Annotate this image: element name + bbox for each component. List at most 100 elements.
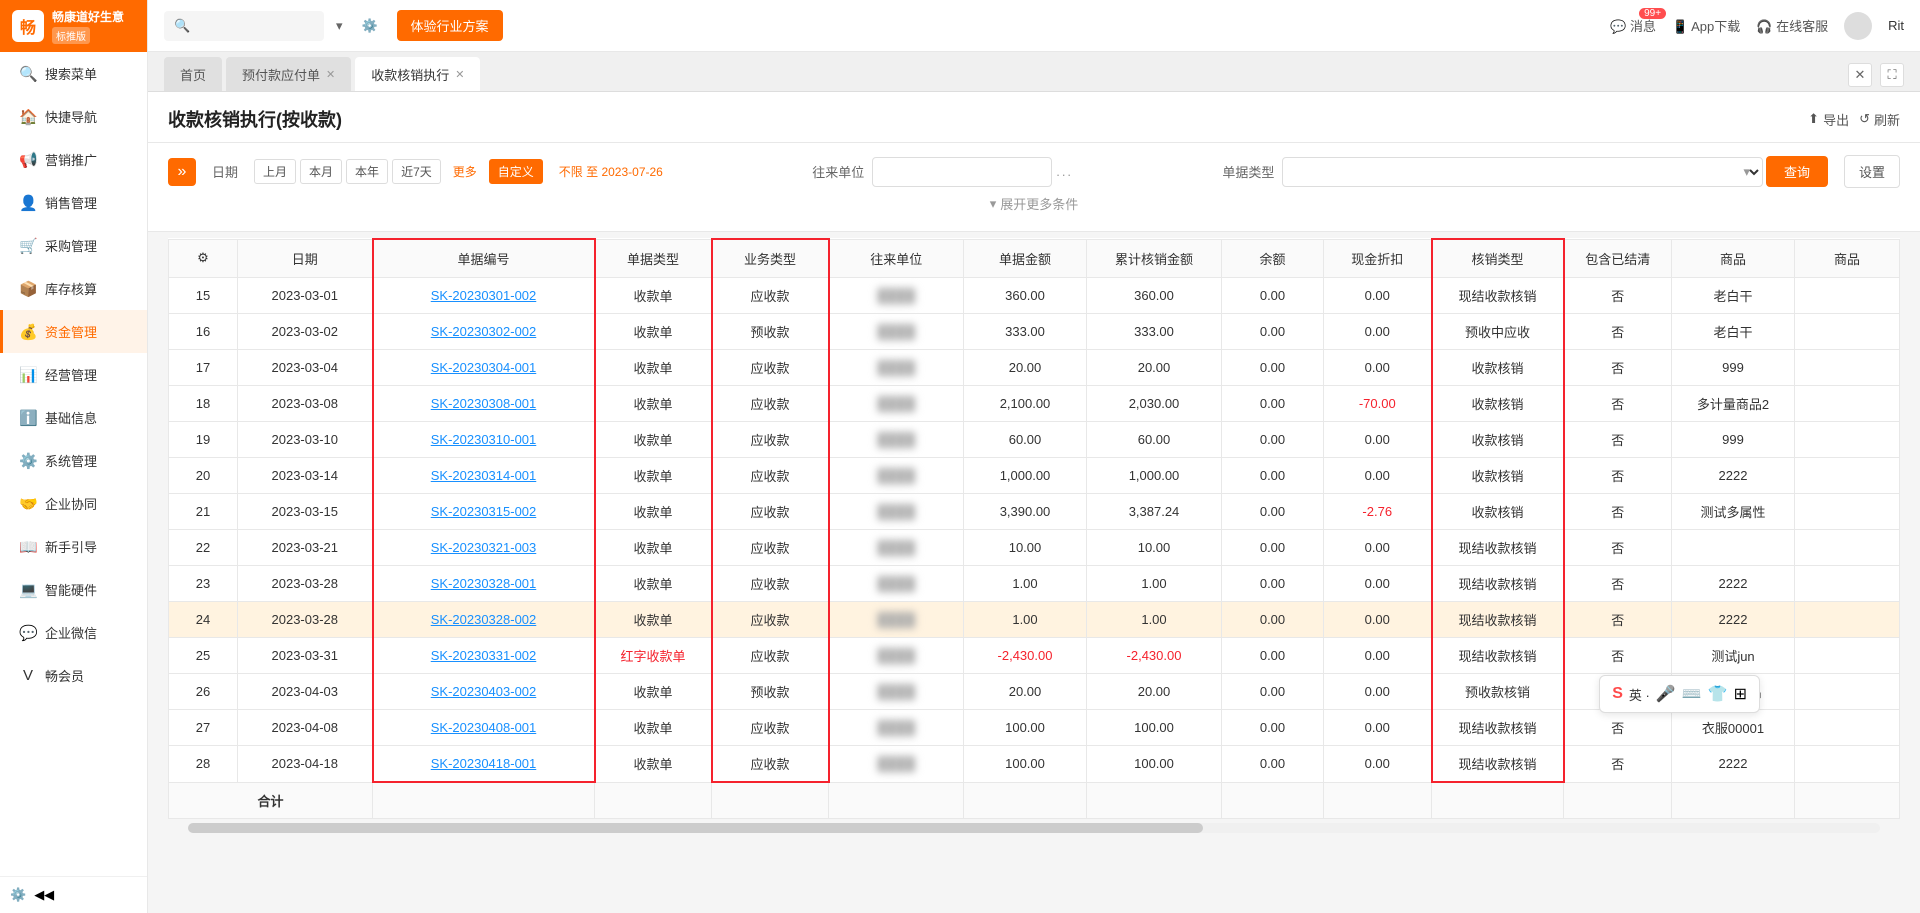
- table-row: 282023-04-18SK-20230418-001收款单应收款████100…: [169, 746, 1900, 783]
- col-header-sno[interactable]: 单据编号: [373, 239, 595, 278]
- col-header-balance[interactable]: 余额: [1222, 239, 1324, 278]
- table-row: 162023-03-02SK-20230302-002收款单预收款████333…: [169, 314, 1900, 350]
- cell-partner: ████: [829, 710, 964, 746]
- sidebar-item-finance[interactable]: 💰 资金管理: [0, 310, 147, 353]
- col-header-include-clear[interactable]: 包含已结清: [1564, 239, 1672, 278]
- sidebar-item-ops[interactable]: 📊 经营管理: [0, 353, 147, 396]
- sidebar-settings-icon[interactable]: ⚙️: [10, 887, 26, 903]
- cell-sno[interactable]: SK-20230328-001: [373, 566, 595, 602]
- cell-seq: 26: [169, 674, 238, 710]
- cell-balance: 0.00: [1222, 494, 1324, 530]
- col-header-bill-type[interactable]: 单据类型: [595, 239, 712, 278]
- sidebar-item-wechat[interactable]: 💬 企业微信: [0, 611, 147, 654]
- sidebar-item-system[interactable]: ⚙️ 系统管理: [0, 439, 147, 482]
- sidebar-logo: 畅 畅康道好生意 标推版: [0, 0, 147, 52]
- basic-icon: ℹ️: [19, 409, 37, 427]
- sidebar-bottom: ⚙️ ◀◀: [0, 876, 147, 913]
- wechat-icon: 💬: [19, 624, 37, 642]
- tab-prepay-close[interactable]: ✕: [326, 68, 335, 81]
- col-header-discount[interactable]: 现金折扣: [1324, 239, 1432, 278]
- online-service-btn[interactable]: 🎧 在线客服: [1756, 16, 1828, 35]
- tab-cancel-exec[interactable]: 收款核销执行 ✕: [355, 57, 480, 91]
- sidebar-collapse-icon[interactable]: ◀◀: [34, 887, 54, 903]
- sidebar-item-search[interactable]: 🔍 搜索菜单: [0, 52, 147, 95]
- tab-home[interactable]: 首页: [164, 57, 222, 91]
- cell-partner: ████: [829, 566, 964, 602]
- cell-sno[interactable]: SK-20230408-001: [373, 710, 595, 746]
- sidebar-item-guide[interactable]: 📖 新手引导: [0, 525, 147, 568]
- sidebar-item-marketing[interactable]: 📢 营销推广: [0, 138, 147, 181]
- col-header-product2[interactable]: 商品: [1795, 239, 1900, 278]
- sidebar-item-sales[interactable]: 👤 销售管理: [0, 181, 147, 224]
- col-header-settings[interactable]: ⚙: [169, 239, 238, 278]
- cell-sno[interactable]: SK-20230310-001: [373, 422, 595, 458]
- col-header-amount[interactable]: 单据金额: [964, 239, 1087, 278]
- col-header-product[interactable]: 商品: [1672, 239, 1795, 278]
- table-header-row: ⚙ 日期 单据编号 单据类型 业务类型 往来单位 单据金额 累计核销金额 余额 …: [169, 239, 1900, 278]
- scrollbar-thumb[interactable]: [188, 823, 1203, 833]
- sidebar-item-member[interactable]: V 畅会员: [0, 654, 147, 697]
- cell-sno[interactable]: SK-20230321-003: [373, 530, 595, 566]
- col-header-cum-cancel[interactable]: 累计核销金额: [1087, 239, 1222, 278]
- cell-cum-cancel: 1,000.00: [1087, 458, 1222, 494]
- cell-bill-type: 收款单: [595, 530, 712, 566]
- cell-cum-cancel: 100.00: [1087, 746, 1222, 783]
- cell-sno[interactable]: SK-20230418-001: [373, 746, 595, 783]
- col-header-biz-type[interactable]: 业务类型: [712, 239, 829, 278]
- date-this-year-btn[interactable]: 本年: [346, 159, 388, 184]
- horizontal-scrollbar[interactable]: [188, 823, 1880, 833]
- page-header: 收款核销执行(按收款) ⬆ 导出 ↺ 刷新: [148, 92, 1920, 143]
- app-download-btn[interactable]: 📱 App下载: [1672, 16, 1740, 35]
- col-header-date[interactable]: 日期: [238, 239, 373, 278]
- tabs-controls: ✕ ⛶: [1848, 63, 1904, 91]
- cell-sno[interactable]: SK-20230304-001: [373, 350, 595, 386]
- expand-conditions-btn[interactable]: ▾ 展开更多条件: [990, 194, 1079, 213]
- date-last-month-btn[interactable]: 上月: [254, 159, 296, 184]
- date-this-month-btn[interactable]: 本月: [300, 159, 342, 184]
- topbar-gear-btn[interactable]: ⚙️: [355, 11, 385, 41]
- cell-partner: ████: [829, 458, 964, 494]
- date-more-btn[interactable]: 更多: [445, 159, 485, 184]
- sidebar-item-inventory[interactable]: 📦 库存核算: [0, 267, 147, 310]
- cell-sno[interactable]: SK-20230315-002: [373, 494, 595, 530]
- table-wrap[interactable]: ⚙ 日期 单据编号 单据类型 业务类型 往来单位 单据金额 累计核销金额 余额 …: [148, 238, 1920, 913]
- topbar-search[interactable]: 🔍: [164, 11, 324, 41]
- tab-cancel-exec-close[interactable]: ✕: [455, 68, 464, 81]
- export-btn[interactable]: ⬆ 导出: [1808, 110, 1849, 129]
- solution-btn[interactable]: 体验行业方案: [397, 10, 503, 41]
- refresh-btn[interactable]: ↺ 刷新: [1859, 110, 1900, 129]
- cell-product2: [1795, 494, 1900, 530]
- sidebar-item-purchase[interactable]: 🛒 采购管理: [0, 224, 147, 267]
- date-custom-btn[interactable]: 自定义: [489, 159, 543, 184]
- sidebar-item-shortcut[interactable]: 🏠 快捷导航: [0, 95, 147, 138]
- cell-cancel-type: 预收中应收: [1432, 314, 1564, 350]
- sidebar-item-corp[interactable]: 🤝 企业协同: [0, 482, 147, 525]
- sales-icon: 👤: [19, 194, 37, 212]
- tab-close-all-btn[interactable]: ✕: [1848, 63, 1872, 87]
- cell-sno[interactable]: SK-20230328-002: [373, 602, 595, 638]
- cell-sno[interactable]: SK-20230314-001: [373, 458, 595, 494]
- topbar-dropdown-icon[interactable]: ▾: [336, 18, 343, 34]
- tab-prepay[interactable]: 预付款应付单 ✕: [226, 57, 351, 91]
- partner-input[interactable]: [872, 157, 1052, 187]
- cell-product: 老白干: [1672, 278, 1795, 314]
- cell-sno[interactable]: SK-20230302-002: [373, 314, 595, 350]
- tab-expand-btn[interactable]: ⛶: [1880, 63, 1904, 87]
- settings-btn[interactable]: 设置: [1844, 155, 1900, 188]
- col-header-cancel-type[interactable]: 核销类型: [1432, 239, 1564, 278]
- user-avatar[interactable]: [1844, 12, 1872, 40]
- cell-sno[interactable]: SK-20230331-002: [373, 638, 595, 674]
- cell-bill-type: 收款单: [595, 602, 712, 638]
- cell-product: 2222: [1672, 602, 1795, 638]
- cell-sno[interactable]: SK-20230308-001: [373, 386, 595, 422]
- date-7days-btn[interactable]: 近7天: [392, 159, 441, 184]
- col-header-partner[interactable]: 往来单位: [829, 239, 964, 278]
- cell-sno[interactable]: SK-20230403-002: [373, 674, 595, 710]
- cell-sno[interactable]: SK-20230301-002: [373, 278, 595, 314]
- message-btn[interactable]: 💬 消息 99+: [1610, 16, 1656, 35]
- sidebar-item-hardware[interactable]: 💻 智能硬件: [0, 568, 147, 611]
- filter-toggle-btn[interactable]: »: [168, 158, 196, 186]
- query-btn[interactable]: 查询: [1766, 156, 1828, 187]
- bill-type-select[interactable]: [1282, 157, 1763, 187]
- sidebar-item-basic[interactable]: ℹ️ 基础信息: [0, 396, 147, 439]
